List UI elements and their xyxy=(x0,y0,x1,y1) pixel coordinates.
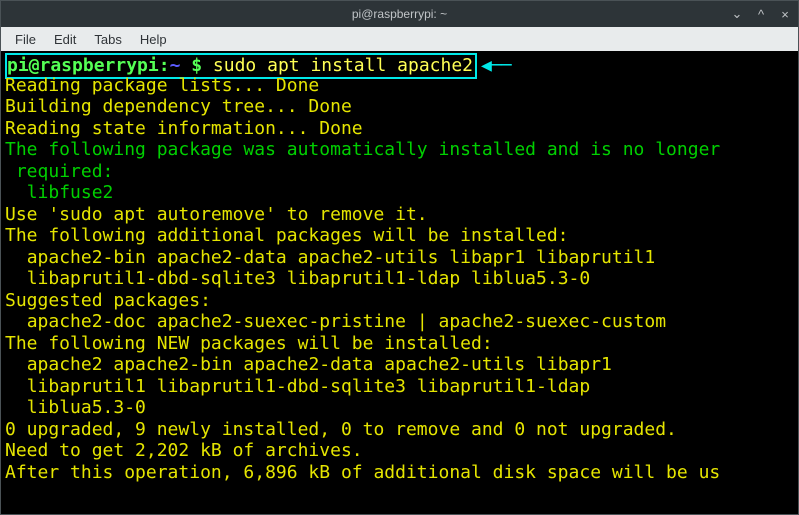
menubar: File Edit Tabs Help xyxy=(1,27,798,51)
output-line: Use 'sudo apt autoremove' to remove it. xyxy=(5,204,794,226)
menu-edit[interactable]: Edit xyxy=(46,30,84,49)
prompt-path: ~ xyxy=(170,55,181,76)
terminal-body[interactable]: pi@raspberrypi:~ $ sudo apt install apac… xyxy=(1,51,798,514)
menu-help[interactable]: Help xyxy=(132,30,175,49)
prompt-separator: : xyxy=(159,55,170,76)
maximize-icon[interactable]: ^ xyxy=(754,7,768,22)
window-title: pi@raspberrypi: ~ xyxy=(352,7,447,21)
menu-tabs[interactable]: Tabs xyxy=(86,30,129,49)
prompt-dollar: $ xyxy=(180,55,213,76)
arrow-annotation-icon: ◀── xyxy=(481,55,511,76)
output-line: apache2 apache2-bin apache2-data apache2… xyxy=(5,354,794,376)
output-line: libfuse2 xyxy=(5,182,794,204)
output-line: The following additional packages will b… xyxy=(5,225,794,247)
output-line: Need to get 2,202 kB of archives. xyxy=(5,440,794,462)
minimize-icon[interactable]: ⌄ xyxy=(730,6,744,22)
output-line: Building dependency tree... Done xyxy=(5,96,794,118)
output-line: apache2-doc apache2-suexec-pristine | ap… xyxy=(5,311,794,333)
output-line: 0 upgraded, 9 newly installed, 0 to remo… xyxy=(5,419,794,441)
output-line: apache2-bin apache2-data apache2-utils l… xyxy=(5,247,794,269)
titlebar[interactable]: pi@raspberrypi: ~ ⌄ ^ × xyxy=(1,1,798,27)
output-line: Suggested packages: xyxy=(5,290,794,312)
output-line: Reading state information... Done xyxy=(5,118,794,140)
output-line: libaprutil1-dbd-sqlite3 libaprutil1-ldap… xyxy=(5,268,794,290)
output-line: required: xyxy=(5,161,794,183)
output-line: The following NEW packages will be insta… xyxy=(5,333,794,355)
output-line: liblua5.3-0 xyxy=(5,397,794,419)
output-line: libaprutil1 libaprutil1-dbd-sqlite3 liba… xyxy=(5,376,794,398)
output-line: After this operation, 6,896 kB of additi… xyxy=(5,462,794,484)
command-text: sudo apt install apache2 xyxy=(213,55,473,76)
output-line: The following package was automatically … xyxy=(5,139,794,161)
window-controls: ⌄ ^ × xyxy=(730,1,792,27)
close-icon[interactable]: × xyxy=(778,7,792,22)
terminal-window: pi@raspberrypi: ~ ⌄ ^ × File Edit Tabs H… xyxy=(0,0,799,515)
menu-file[interactable]: File xyxy=(7,30,44,49)
prompt-user-host: pi@raspberrypi xyxy=(7,55,159,76)
